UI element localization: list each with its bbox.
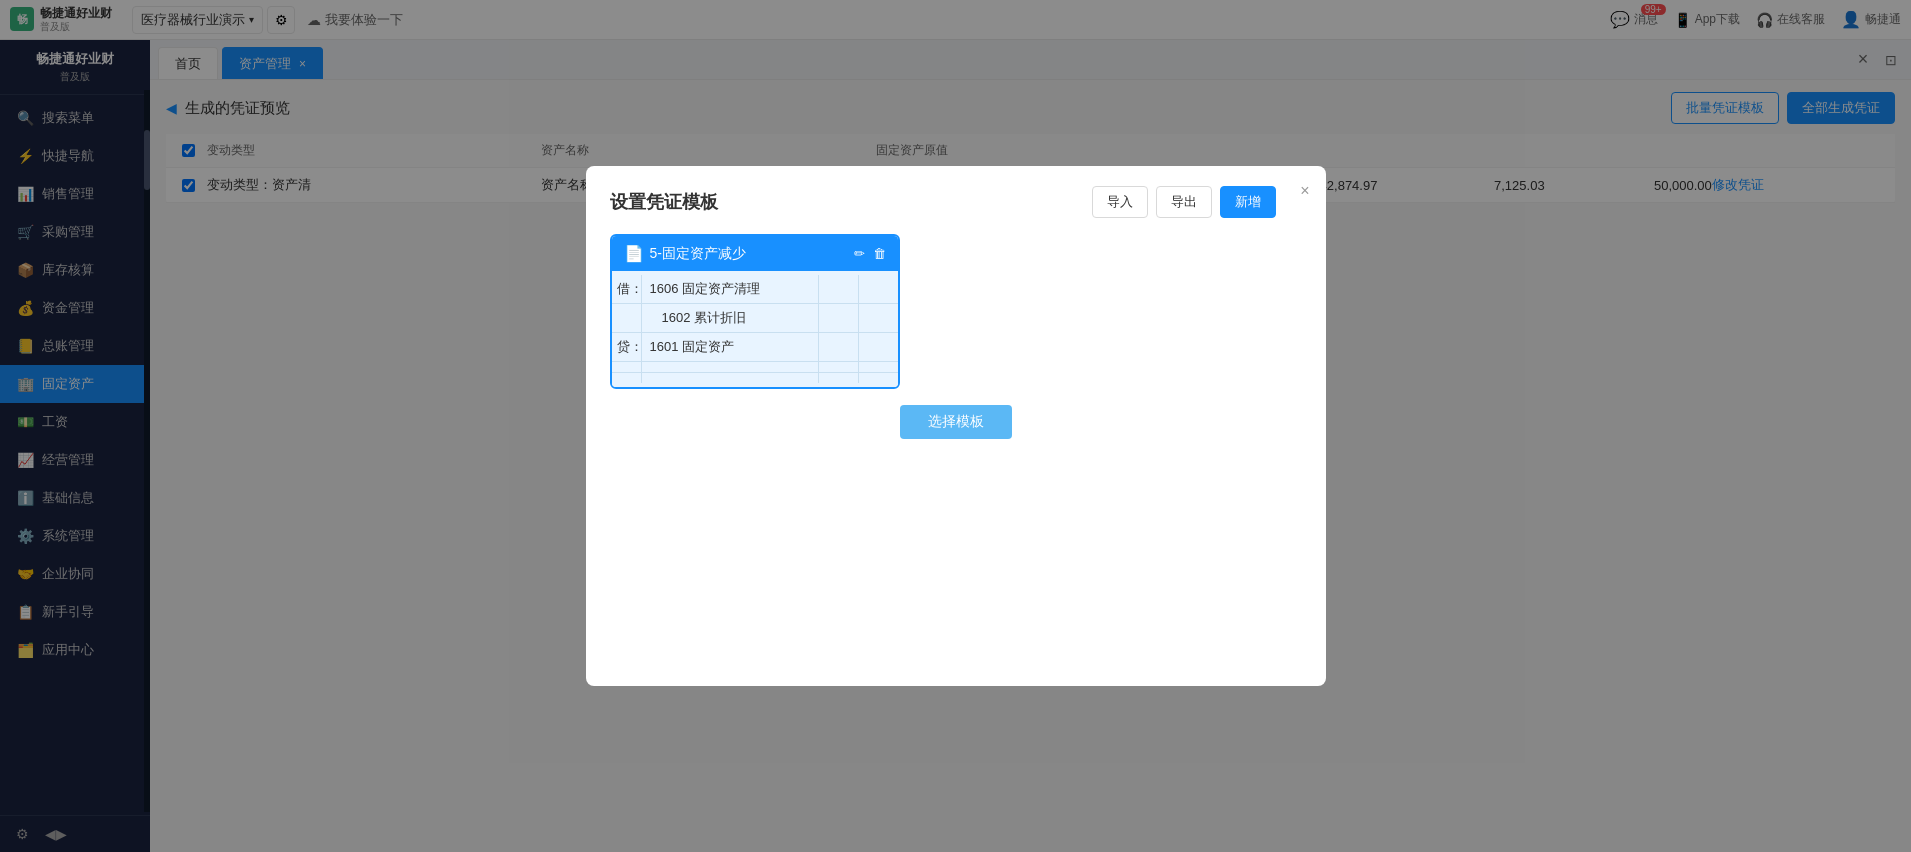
export-button[interactable]: 导出 bbox=[1156, 186, 1212, 218]
entry-row-1: 借： 1606 固定资产清理 bbox=[612, 275, 898, 304]
entry-credit-1 bbox=[858, 275, 898, 303]
modal-body: 📄 5-固定资产减少 ✏ 🗑 bbox=[610, 234, 1302, 662]
entry-debit-3 bbox=[818, 333, 858, 361]
entry-debit-1 bbox=[818, 275, 858, 303]
template-card-body: 借： 1606 固定资产清理 bbox=[612, 271, 898, 387]
empty-account-2 bbox=[642, 373, 818, 383]
document-icon: 📄 bbox=[624, 244, 644, 263]
template-modal: 设置凭证模板 × 导入 导出 新增 bbox=[586, 166, 1326, 686]
template-card-title: 📄 5-固定资产减少 bbox=[624, 244, 746, 263]
entry-debit-2 bbox=[818, 304, 858, 332]
entry-credit-3 bbox=[858, 333, 898, 361]
template-id-name: 5-固定资产减少 bbox=[650, 245, 746, 263]
empty-debit bbox=[818, 362, 858, 372]
content-area: 首页 资产管理 × × ⊡ ◀ 生成的凭证预 bbox=[150, 40, 1911, 852]
entry-account-2: 1602 累计折旧 bbox=[642, 304, 818, 332]
modal-toolbar: 导入 导出 新增 bbox=[1092, 186, 1276, 218]
page-wrapper: ◀ 生成的凭证预览 批量凭证模板 全部生成凭证 变动类型 资产名称 bbox=[150, 80, 1911, 852]
empty-debit-2 bbox=[818, 373, 858, 383]
modal-close-button[interactable]: × bbox=[1300, 182, 1309, 200]
entry-type-1: 借： bbox=[612, 275, 642, 303]
empty-account bbox=[642, 362, 818, 372]
app-container: 畅 畅捷通好业财 普及版 医疗器械行业演示 ▾ ⚙ ☁ 我要体验一下 💬 消息 … bbox=[0, 0, 1911, 852]
edit-template-button[interactable]: ✏ bbox=[854, 246, 865, 261]
empty-type-2 bbox=[612, 373, 642, 383]
empty-credit-2 bbox=[858, 373, 898, 383]
template-card-header: 📄 5-固定资产减少 ✏ 🗑 bbox=[612, 236, 898, 271]
template-card-actions: ✏ 🗑 bbox=[854, 246, 886, 261]
entry-row-2: 1602 累计折旧 bbox=[612, 304, 898, 333]
delete-template-button[interactable]: 🗑 bbox=[873, 246, 886, 261]
entry-row-3: 贷： 1601 固定资产 bbox=[612, 333, 898, 362]
select-template-button[interactable]: 选择模板 bbox=[900, 405, 1012, 439]
empty-credit bbox=[858, 362, 898, 372]
new-template-button[interactable]: 新增 bbox=[1220, 186, 1276, 218]
entry-row-empty-2 bbox=[612, 373, 898, 383]
entry-credit-2 bbox=[858, 304, 898, 332]
empty-type bbox=[612, 362, 642, 372]
main-area: 畅捷通好业财 普及版 🔍 搜索菜单 ⚡ 快捷导航 📊 bbox=[0, 40, 1911, 852]
select-template-area: 选择模板 bbox=[610, 405, 1302, 439]
entry-account-1: 1606 固定资产清理 bbox=[642, 275, 818, 303]
import-button[interactable]: 导入 bbox=[1092, 186, 1148, 218]
entry-row-empty-1 bbox=[612, 362, 898, 373]
modal-overlay: 设置凭证模板 × 导入 导出 新增 bbox=[150, 80, 1911, 852]
entry-account-3: 1601 固定资产 bbox=[642, 333, 818, 361]
template-card: 📄 5-固定资产减少 ✏ 🗑 bbox=[610, 234, 900, 389]
entry-type-3: 贷： bbox=[612, 333, 642, 361]
entry-type-2 bbox=[612, 304, 642, 332]
